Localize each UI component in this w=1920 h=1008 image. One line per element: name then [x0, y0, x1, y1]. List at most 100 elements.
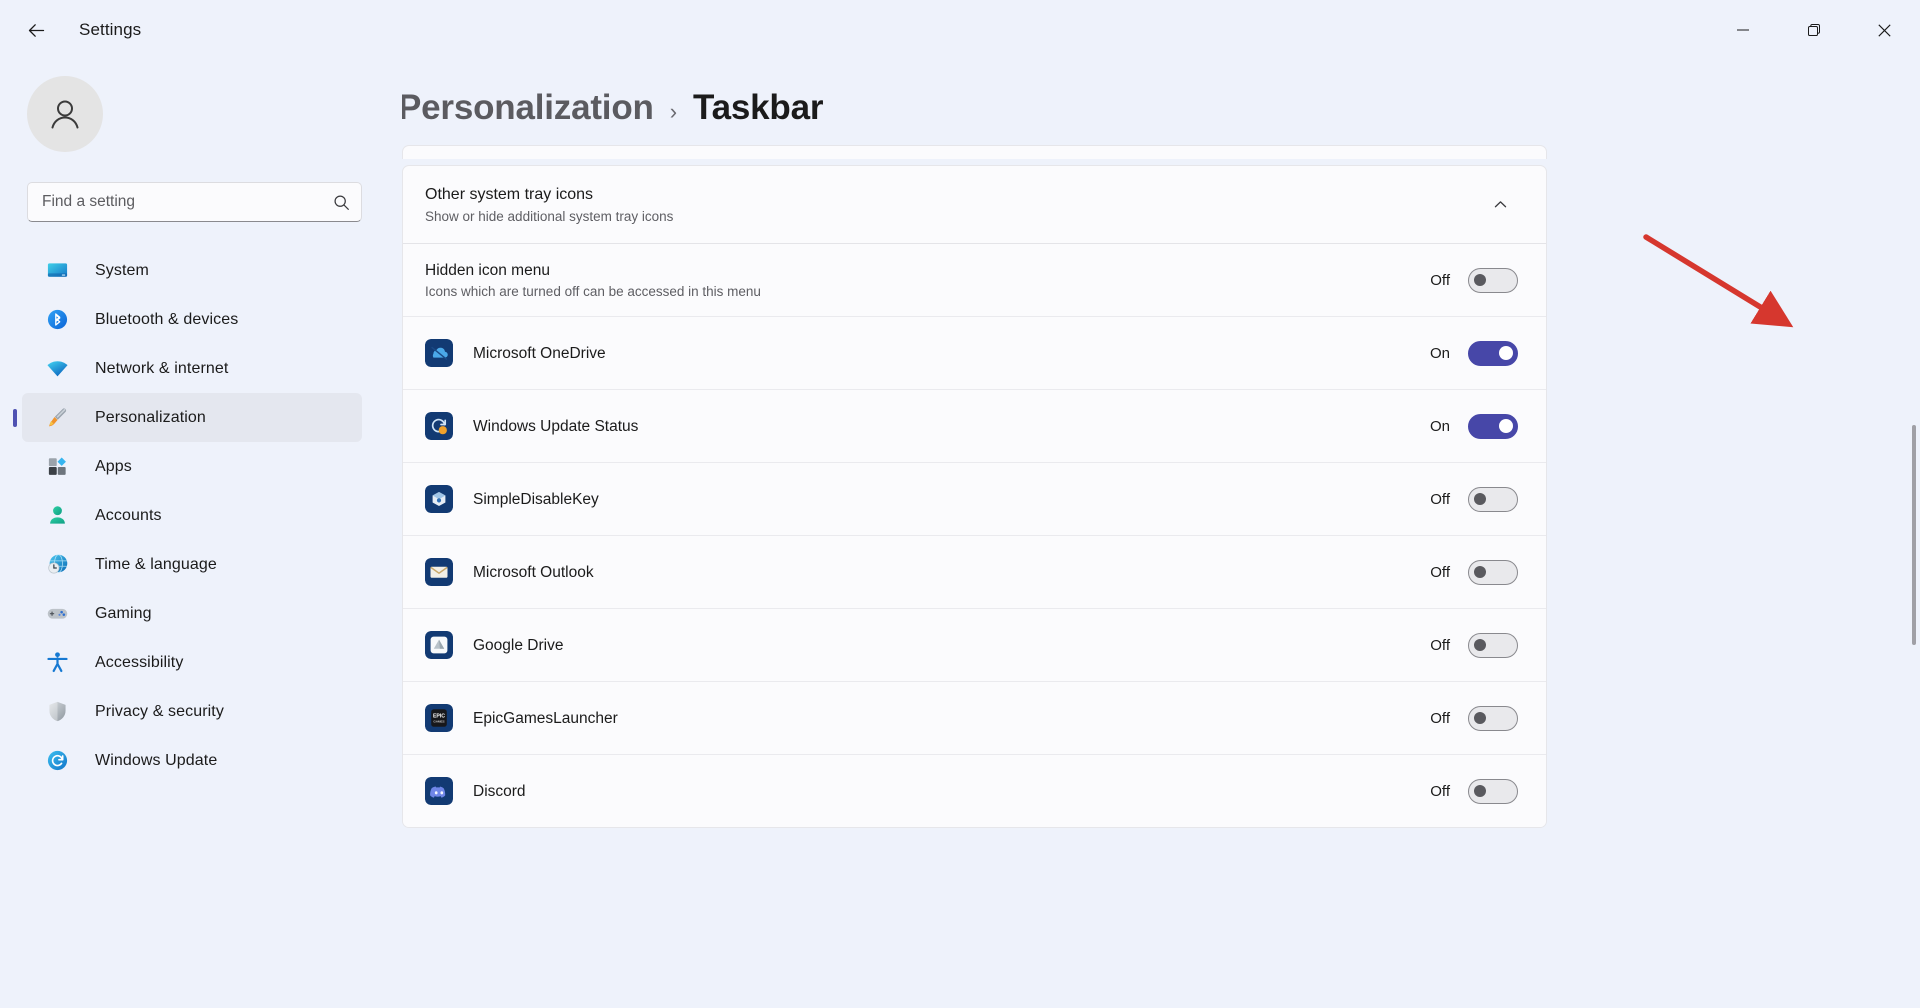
- sidebar-nav: System Bluetooth & devices Network & int…: [0, 246, 402, 785]
- row-microsoft-outlook[interactable]: Microsoft Outlook Off: [403, 535, 1546, 608]
- main-content: Personalization › Taskbar Other system t…: [402, 60, 1920, 1008]
- row-title: EpicGamesLauncher: [473, 709, 618, 727]
- row-control: Off: [1424, 778, 1518, 804]
- toggle-state-label: Off: [1430, 709, 1450, 727]
- sidebar-item-label: System: [95, 261, 149, 279]
- network-icon: [44, 356, 70, 382]
- row-title: Discord: [473, 782, 526, 800]
- accounts-icon: [44, 503, 70, 529]
- search-box[interactable]: [27, 182, 362, 222]
- google-drive-toggle[interactable]: [1468, 632, 1518, 658]
- row-texts: EpicGamesLauncher: [473, 708, 1424, 729]
- sidebar-item-label: Time & language: [95, 555, 217, 573]
- privacy-security-icon: [44, 699, 70, 725]
- toggle-knob: [1474, 493, 1486, 505]
- sidebar-item-network-internet[interactable]: Network & internet: [22, 344, 362, 393]
- row-control: Off: [1424, 632, 1518, 658]
- bluetooth-icon: [44, 307, 70, 333]
- google-drive-icon: [425, 631, 453, 659]
- row-texts: Hidden icon menu Icons which are turned …: [425, 260, 1424, 301]
- toggle-state-label: Off: [1430, 271, 1450, 289]
- sidebar-item-time-language[interactable]: Time & language: [22, 540, 362, 589]
- sidebar-item-personalization[interactable]: Personalization: [22, 393, 362, 442]
- close-button[interactable]: [1849, 0, 1920, 60]
- vertical-scrollbar[interactable]: [1912, 425, 1916, 645]
- sidebar-item-label: Privacy & security: [95, 702, 224, 720]
- windows-update-status-toggle[interactable]: [1468, 413, 1518, 439]
- epicgameslauncher-toggle[interactable]: [1468, 705, 1518, 731]
- simpledisablekey-icon: [425, 485, 453, 513]
- row-google-drive[interactable]: Google Drive Off: [403, 608, 1546, 681]
- settings-scroll-area[interactable]: Other system tray icons Show or hide add…: [402, 145, 1920, 1008]
- sidebar-item-label: Apps: [95, 457, 132, 475]
- row-discord[interactable]: Discord Off: [403, 754, 1546, 827]
- windows-update-status-icon: [425, 412, 453, 440]
- maximize-button[interactable]: [1778, 0, 1849, 60]
- search-container: [0, 152, 402, 222]
- collapse-expand-button[interactable]: [1482, 187, 1518, 223]
- row-control: Off: [1424, 559, 1518, 585]
- minimize-icon: [1736, 29, 1749, 31]
- simpledisablekey-toggle[interactable]: [1468, 486, 1518, 512]
- sidebar-item-bluetooth-devices[interactable]: Bluetooth & devices: [22, 295, 362, 344]
- title-bar: Settings: [0, 0, 1920, 60]
- hidden-icon-menu-toggle[interactable]: [1468, 267, 1518, 293]
- section-texts: Other system tray icons Show or hide add…: [425, 184, 1482, 226]
- sidebar-item-accessibility[interactable]: Accessibility: [22, 638, 362, 687]
- sidebar-item-privacy-security[interactable]: Privacy & security: [22, 687, 362, 736]
- microsoft-outlook-toggle[interactable]: [1468, 559, 1518, 585]
- accessibility-icon: [44, 650, 70, 676]
- back-button[interactable]: [15, 9, 57, 51]
- row-windows-update-status[interactable]: Windows Update Status On: [403, 389, 1546, 462]
- sidebar-item-label: Network & internet: [95, 359, 229, 377]
- row-texts: Microsoft OneDrive: [473, 343, 1424, 364]
- microsoft-onedrive-toggle[interactable]: [1468, 340, 1518, 366]
- avatar[interactable]: [27, 76, 103, 152]
- sidebar-item-label: Personalization: [95, 408, 206, 426]
- outlook-icon: [425, 558, 453, 586]
- arrow-left-icon: [28, 23, 44, 37]
- settings-window: Settings Find a setting System Bluetooth…: [0, 0, 1920, 1008]
- search-input[interactable]: [42, 193, 333, 211]
- row-title: Windows Update Status: [473, 417, 639, 435]
- user-avatar-icon: [51, 100, 79, 129]
- row-microsoft-onedrive[interactable]: Microsoft OneDrive On: [403, 316, 1546, 389]
- sidebar-item-label: Accessibility: [95, 653, 184, 671]
- toggle-state-label: Off: [1430, 490, 1450, 508]
- row-texts: Discord: [473, 781, 1424, 802]
- discord-toggle[interactable]: [1468, 778, 1518, 804]
- section-title: Other system tray icons: [425, 185, 594, 203]
- breadcrumb-parent[interactable]: Personalization: [402, 88, 654, 128]
- row-control: On: [1424, 340, 1518, 366]
- window-body: System Bluetooth & devices: [0, 60, 1920, 1008]
- personalization-icon: [44, 405, 70, 431]
- toggle-knob: [1474, 785, 1486, 797]
- row-control: Off: [1424, 705, 1518, 731]
- sidebar-item-system[interactable]: System: [22, 246, 362, 295]
- section-header-other-system-tray-icons[interactable]: Other system tray icons Show or hide add…: [403, 166, 1546, 243]
- row-epicgameslauncher[interactable]: EPIC GAMES EpicGamesLauncher Off: [403, 681, 1546, 754]
- row-texts: Google Drive: [473, 635, 1424, 656]
- gaming-icon: [44, 601, 70, 627]
- time-language-icon: [44, 552, 70, 578]
- close-icon: [1878, 23, 1891, 37]
- sidebar-item-gaming[interactable]: Gaming: [22, 589, 362, 638]
- toggle-knob: [1474, 274, 1486, 286]
- sidebar-item-accounts[interactable]: Accounts: [22, 491, 362, 540]
- toggle-state-label: Off: [1430, 563, 1450, 581]
- toggle-knob: [1499, 346, 1513, 360]
- settings-list: Other system tray icons Show or hide add…: [402, 145, 1547, 828]
- previous-card-peek: [402, 145, 1547, 159]
- avatar-container: [0, 60, 402, 152]
- breadcrumb: Personalization › Taskbar: [402, 60, 1920, 145]
- minimize-button[interactable]: [1707, 0, 1778, 60]
- epic-games-icon: EPIC GAMES: [425, 704, 453, 732]
- row-simpledisablekey[interactable]: SimpleDisableKey Off: [403, 462, 1546, 535]
- sidebar-item-label: Bluetooth & devices: [95, 310, 239, 328]
- chevron-right-icon: ›: [669, 99, 678, 124]
- sidebar-item-windows-update[interactable]: Windows Update: [22, 736, 362, 785]
- search-icon[interactable]: [333, 194, 350, 211]
- row-hidden-icon-menu[interactable]: Hidden icon menu Icons which are turned …: [403, 243, 1546, 316]
- sidebar-item-label: Accounts: [95, 506, 162, 524]
- sidebar-item-apps[interactable]: Apps: [22, 442, 362, 491]
